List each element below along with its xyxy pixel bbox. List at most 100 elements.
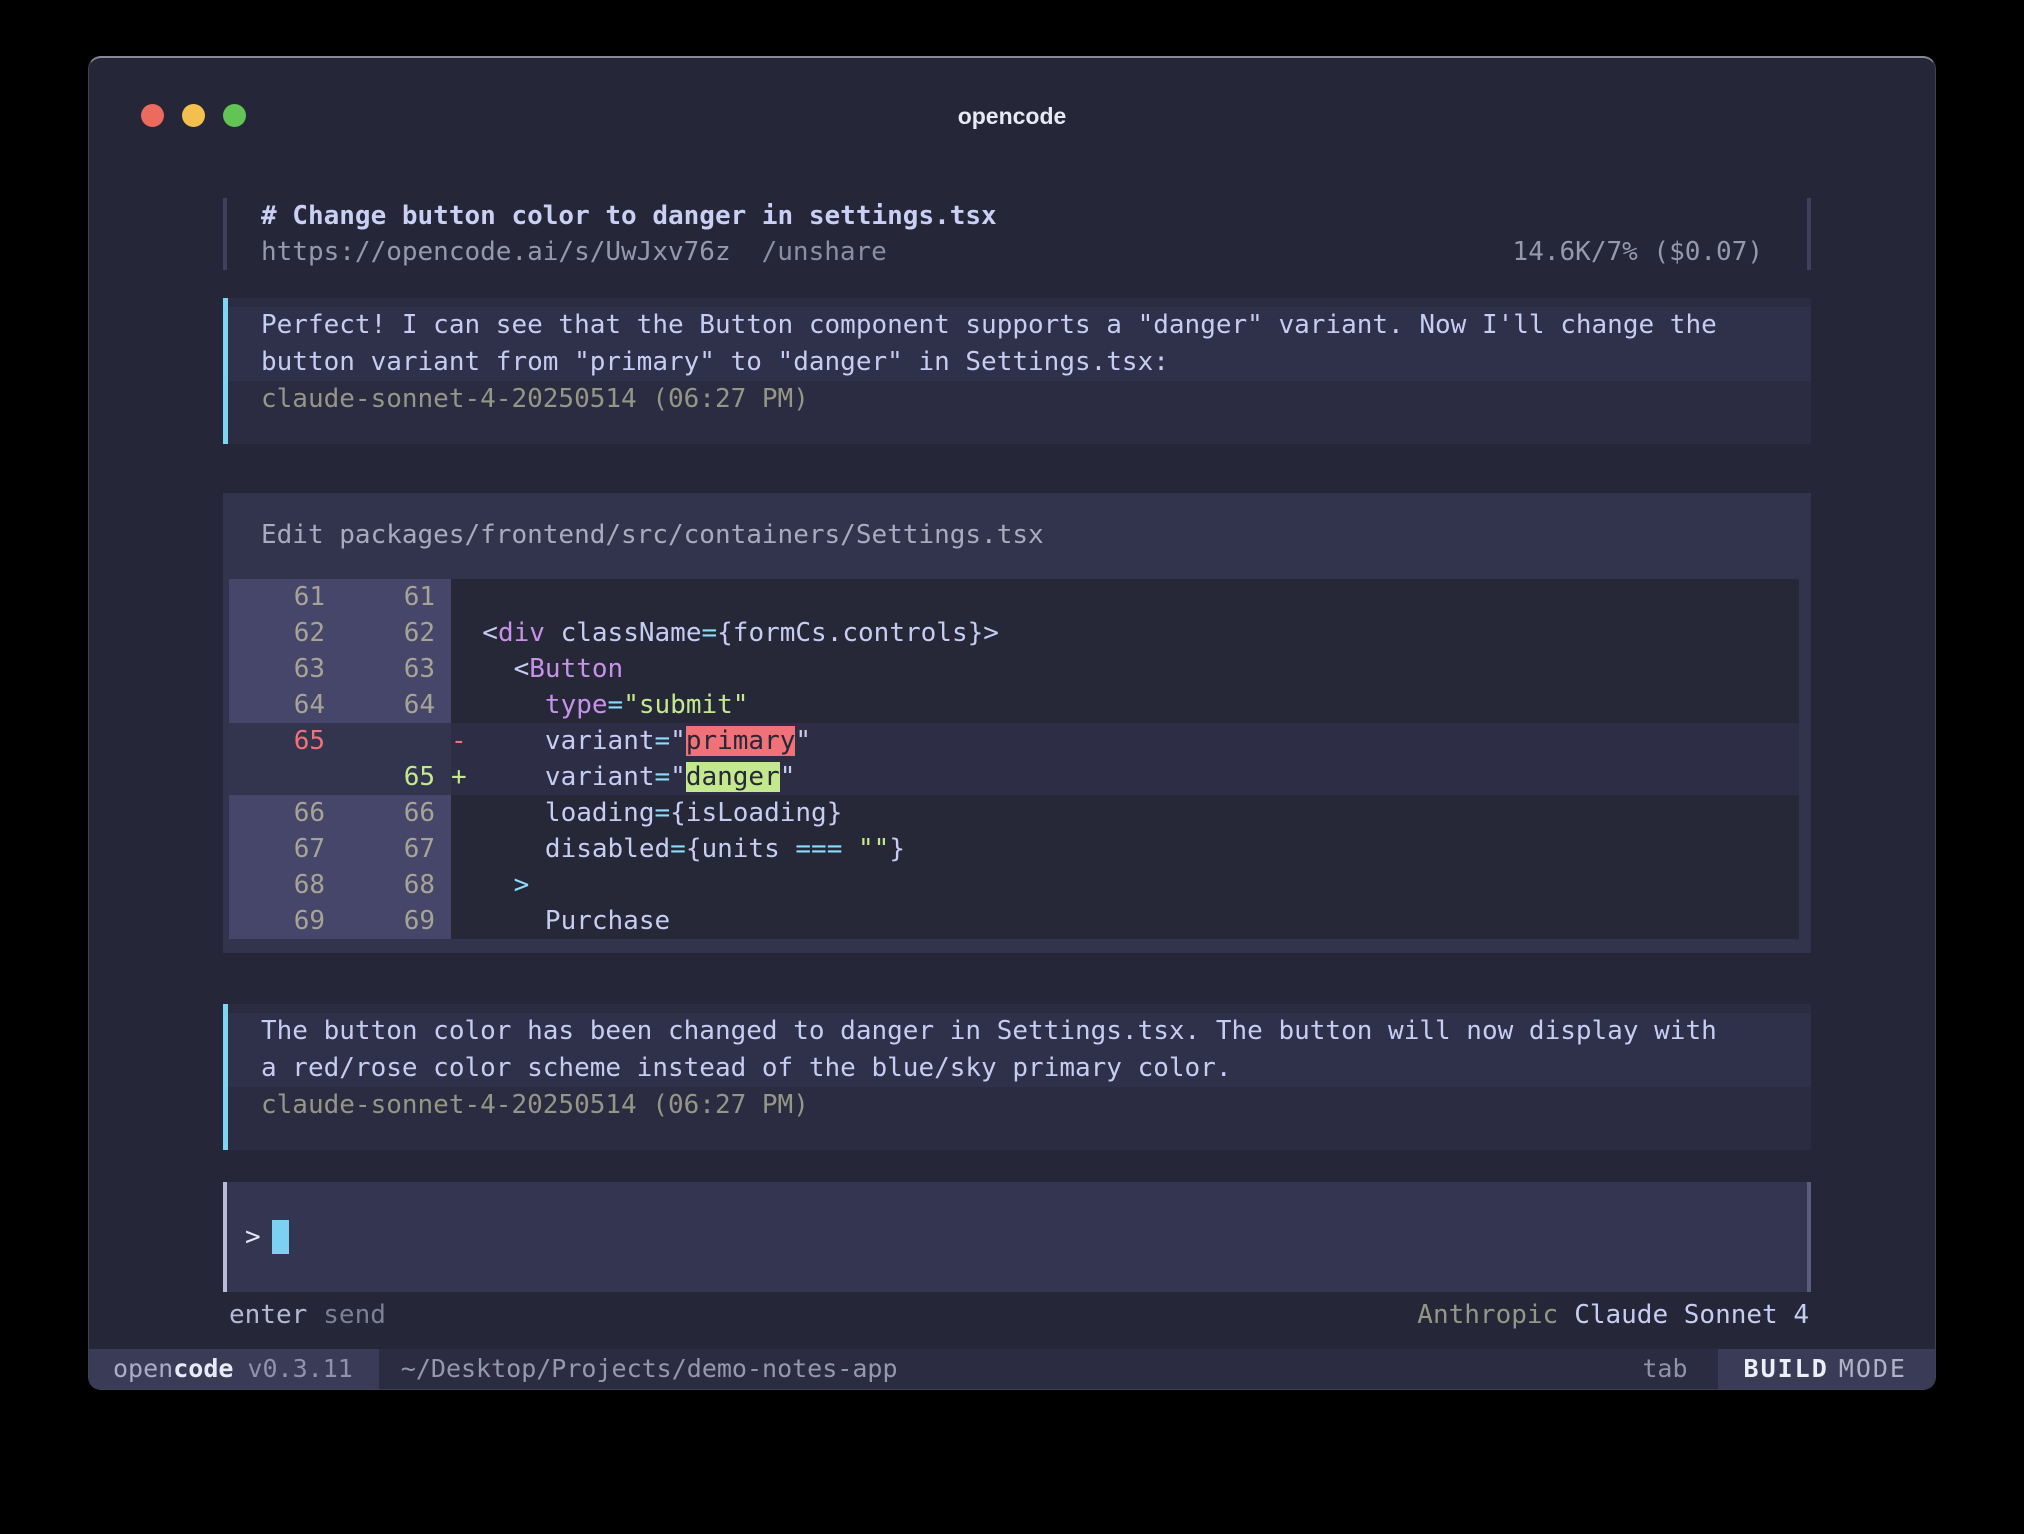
code-token: danger bbox=[686, 762, 780, 792]
old-line-number: 65 bbox=[229, 723, 325, 759]
code-token: } bbox=[889, 834, 905, 864]
code-token: {isLoading} bbox=[670, 798, 842, 828]
new-line-number: 66 bbox=[325, 795, 435, 831]
diff-gutter: 6464 bbox=[229, 687, 451, 723]
old-line-number: 67 bbox=[229, 831, 325, 867]
diff-code-line: > bbox=[451, 867, 1799, 903]
code-token: className bbox=[545, 618, 702, 648]
code-token: = bbox=[608, 690, 624, 720]
prompt-symbol: > bbox=[245, 1222, 261, 1252]
added-line-marker: + bbox=[451, 762, 467, 792]
code-token: "" bbox=[858, 834, 889, 864]
diff-gutter: 6969 bbox=[229, 903, 451, 939]
code-token: primary bbox=[686, 726, 796, 756]
new-line-number: 62 bbox=[325, 615, 435, 651]
mode-suffix: MODE bbox=[1839, 1354, 1907, 1383]
code-token: " bbox=[795, 726, 811, 756]
code-token: disabled bbox=[451, 834, 670, 864]
diff-row: 6262 <div className={formCs.controls}> bbox=[229, 615, 1799, 651]
provider-label: Anthropic bbox=[1417, 1298, 1558, 1332]
app-name-regular: open bbox=[113, 1354, 173, 1383]
edit-tool-block: Edit packages/frontend/src/containers/Se… bbox=[223, 493, 1811, 953]
model-label: Claude Sonnet 4 bbox=[1574, 1298, 1809, 1332]
diff-row: 6969 Purchase bbox=[229, 903, 1799, 939]
session-header: # Change button color to danger in setti… bbox=[223, 198, 1811, 270]
diff-table: 61616262 <div className={formCs.controls… bbox=[229, 579, 1799, 939]
edit-tool-title: Edit packages/frontend/src/containers/Se… bbox=[229, 493, 1799, 579]
diff-code-line: <div className={formCs.controls}> bbox=[451, 615, 1799, 651]
code-token: type bbox=[545, 690, 608, 720]
code-token: = bbox=[670, 834, 686, 864]
message-line: The button color has been changed to dan… bbox=[228, 1013, 1811, 1050]
old-line-number: 66 bbox=[229, 795, 325, 831]
diff-gutter: 6363 bbox=[229, 651, 451, 687]
code-token: loading bbox=[451, 798, 655, 828]
new-line-number: 68 bbox=[325, 867, 435, 903]
prompt-input[interactable]: > bbox=[223, 1182, 1811, 1292]
diff-row: 6868 > bbox=[229, 867, 1799, 903]
diff-gutter: 65 bbox=[229, 759, 451, 795]
old-line-number: 69 bbox=[229, 903, 325, 939]
code-token: {units bbox=[686, 834, 796, 864]
code-token: < bbox=[451, 654, 529, 684]
tab-key-hint: tab bbox=[1642, 1349, 1687, 1389]
assistant-message: The button color has been changed to dan… bbox=[223, 1004, 1811, 1150]
diff-gutter: 65 bbox=[229, 723, 451, 759]
diff-row: 65 - variant="primary" bbox=[229, 723, 1799, 759]
code-token: < bbox=[451, 618, 498, 648]
diff-row: 65+ variant="danger" bbox=[229, 759, 1799, 795]
code-token bbox=[842, 834, 858, 864]
diff-row: 6464 type="submit" bbox=[229, 687, 1799, 723]
status-bar: opencodev0.3.11 ~/Desktop/Projects/demo-… bbox=[89, 1349, 1935, 1389]
message-model-timestamp: claude-sonnet-4-20250514 (06:27 PM) bbox=[228, 1087, 1811, 1124]
opencode-window: opencode # Change button color to danger… bbox=[88, 56, 1936, 1390]
diff-code-line: disabled={units === ""} bbox=[451, 831, 1799, 867]
new-line-number: 67 bbox=[325, 831, 435, 867]
desktop: { "window": { "title": "opencode" }, "he… bbox=[0, 0, 2024, 1534]
old-line-number: 62 bbox=[229, 615, 325, 651]
new-line-number: 61 bbox=[325, 579, 435, 615]
diff-code-line bbox=[451, 579, 1799, 615]
message-line: button variant from "primary" to "danger… bbox=[228, 344, 1811, 381]
app-name-bold: code bbox=[173, 1354, 233, 1383]
code-token: " bbox=[670, 726, 686, 756]
send-action-label: send bbox=[323, 1298, 386, 1332]
code-token: Button bbox=[529, 654, 623, 684]
message-model-timestamp: claude-sonnet-4-20250514 (06:27 PM) bbox=[228, 381, 1811, 418]
diff-row: 6363 <Button bbox=[229, 651, 1799, 687]
text-cursor bbox=[272, 1220, 289, 1254]
message-line: Perfect! I can see that the Button compo… bbox=[228, 307, 1811, 344]
diff-code-line: - variant="primary" bbox=[451, 723, 1799, 759]
old-line-number bbox=[229, 759, 325, 795]
window-title: opencode bbox=[89, 98, 1935, 134]
code-token: " bbox=[670, 762, 686, 792]
mode-indicator: BUILD MODE bbox=[1718, 1349, 1935, 1389]
app-version: v0.3.11 bbox=[247, 1354, 352, 1383]
diff-row: 6161 bbox=[229, 579, 1799, 615]
new-line-number: 63 bbox=[325, 651, 435, 687]
diff-gutter: 6262 bbox=[229, 615, 451, 651]
diff-code-line: type="submit" bbox=[451, 687, 1799, 723]
code-token: = bbox=[655, 798, 671, 828]
code-token bbox=[451, 690, 545, 720]
hint-row: enter send Anthropic Claude Sonnet 4 bbox=[229, 1298, 1809, 1332]
new-line-number bbox=[325, 723, 435, 759]
old-line-number: 63 bbox=[229, 651, 325, 687]
removed-line-marker: - bbox=[451, 726, 467, 756]
share-url-link[interactable]: https://opencode.ai/s/UwJxv76z bbox=[261, 234, 731, 270]
diff-gutter: 6767 bbox=[229, 831, 451, 867]
diff-code-line: loading={isLoading} bbox=[451, 795, 1799, 831]
code-token: === bbox=[795, 834, 842, 864]
code-token: " bbox=[780, 762, 796, 792]
code-token bbox=[451, 870, 514, 900]
window-titlebar: opencode bbox=[89, 58, 1935, 158]
message-line: a red/rose color scheme instead of the b… bbox=[228, 1050, 1811, 1087]
code-token: Purchase bbox=[451, 906, 670, 936]
code-token: = bbox=[655, 726, 671, 756]
mode-name: BUILD bbox=[1744, 1354, 1829, 1383]
context-stats: 14.6K/7% ($0.07) bbox=[1513, 234, 1763, 270]
new-line-number: 65 bbox=[325, 759, 435, 795]
diff-row: 6767 disabled={units === ""} bbox=[229, 831, 1799, 867]
diff-code-line: <Button bbox=[451, 651, 1799, 687]
diff-row: 6666 loading={isLoading} bbox=[229, 795, 1799, 831]
